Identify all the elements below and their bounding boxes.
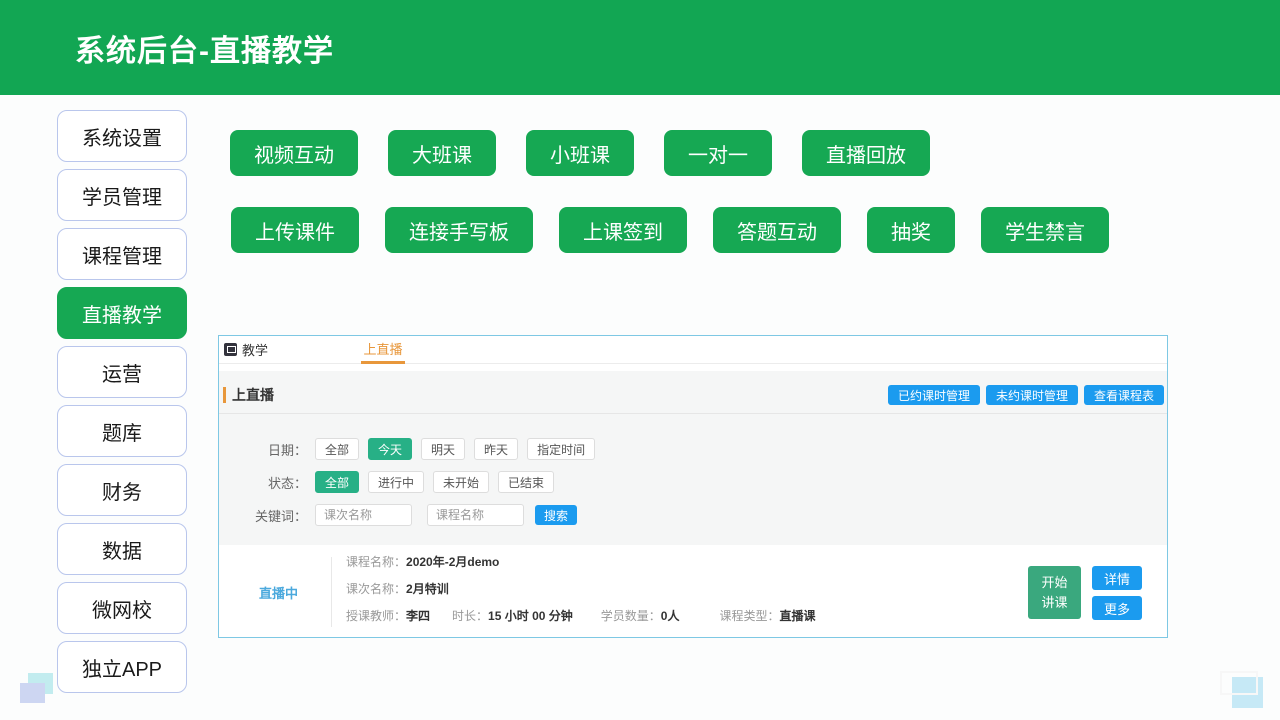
feature-button-large-class[interactable]: 大班课 bbox=[388, 130, 496, 176]
feature-button-live-replay[interactable]: 直播回放 bbox=[802, 130, 930, 176]
sidebar-item-question-bank[interactable]: 题库 bbox=[57, 405, 187, 457]
sidebar-item-finance[interactable]: 财务 bbox=[57, 464, 187, 516]
sidebar-item-course-management[interactable]: 课程管理 bbox=[57, 228, 187, 280]
date-chip-tomorrow[interactable]: 明天 bbox=[421, 438, 465, 460]
lesson-name-row: 课次名称： 2月特训 bbox=[346, 582, 815, 595]
live-class-panel: 教学 上直播 上直播 已约课时管理 未约课时管理 查看课程表 日期： 全部 今天… bbox=[218, 335, 1168, 638]
feature-button-small-class[interactable]: 小班课 bbox=[526, 130, 634, 176]
lesson-name-value: 2月特训 bbox=[406, 580, 449, 597]
sidebar: 系统设置 学员管理 课程管理 直播教学 运营 题库 财务 数据 微网校 独立AP… bbox=[57, 110, 187, 700]
booked-hours-button[interactable]: 已约课时管理 bbox=[888, 385, 980, 405]
lesson-name-label: 课次名称： bbox=[346, 580, 406, 597]
feature-button-connect-tablet[interactable]: 连接手写板 bbox=[385, 207, 533, 253]
panel-spacer bbox=[219, 364, 1167, 371]
course-name-label: 课程名称： bbox=[346, 553, 406, 570]
section-divider bbox=[219, 413, 1167, 414]
keyword-filter-label: 关键词： bbox=[249, 506, 307, 525]
filter-row-keyword: 关键词： 搜索 bbox=[249, 504, 1167, 526]
sidebar-item-student-management[interactable]: 学员管理 bbox=[57, 169, 187, 221]
students-label: 学员数量： bbox=[601, 607, 661, 624]
date-chip-yesterday[interactable]: 昨天 bbox=[474, 438, 518, 460]
panel-filter-section: 上直播 已约课时管理 未约课时管理 查看课程表 日期： 全部 今天 明天 昨天 … bbox=[219, 371, 1167, 545]
feature-button-quiz-interaction[interactable]: 答题互动 bbox=[713, 207, 841, 253]
unbooked-hours-button[interactable]: 未约课时管理 bbox=[986, 385, 1078, 405]
teacher-label: 授课教师： bbox=[346, 607, 406, 624]
status-chip-not-started[interactable]: 未开始 bbox=[433, 471, 489, 493]
status-chip-ended[interactable]: 已结束 bbox=[498, 471, 554, 493]
course-type-value: 直播课 bbox=[779, 607, 815, 624]
course-name-value: 2020年-2月demo bbox=[406, 553, 499, 570]
section-actions: 已约课时管理 未约课时管理 查看课程表 bbox=[888, 385, 1164, 405]
date-chip-today[interactable]: 今天 bbox=[368, 438, 412, 460]
status-filter-options: 全部 进行中 未开始 已结束 bbox=[315, 471, 554, 493]
course-name-input[interactable] bbox=[427, 504, 524, 526]
page-header: 系统后台-直播教学 bbox=[0, 0, 1280, 95]
view-timetable-button[interactable]: 查看课程表 bbox=[1084, 385, 1164, 405]
section-header: 上直播 已约课时管理 未约课时管理 查看课程表 bbox=[219, 385, 1167, 405]
detail-button[interactable]: 详情 bbox=[1092, 566, 1142, 590]
filter-row-date: 日期： 全部 今天 明天 昨天 指定时间 bbox=[249, 438, 1167, 460]
feature-button-upload-courseware[interactable]: 上传课件 bbox=[231, 207, 359, 253]
lesson-name-input[interactable] bbox=[315, 504, 412, 526]
page-title: 系统后台-直播教学 bbox=[75, 26, 334, 70]
sidebar-item-standalone-app[interactable]: 独立APP bbox=[57, 641, 187, 693]
search-button[interactable]: 搜索 bbox=[535, 505, 577, 525]
sidebar-item-system-settings[interactable]: 系统设置 bbox=[57, 110, 187, 162]
date-chip-custom-range[interactable]: 指定时间 bbox=[527, 438, 595, 460]
decor-square-bottom-right-frame bbox=[1220, 671, 1258, 695]
tab-go-live[interactable]: 上直播 bbox=[361, 336, 405, 364]
status-filter-label: 状态： bbox=[249, 473, 307, 492]
feature-row-2: 上传课件 连接手写板 上课签到 答题互动 抽奖 学生禁言 bbox=[231, 207, 1109, 253]
feature-button-one-on-one[interactable]: 一对一 bbox=[664, 130, 772, 176]
teaching-board-icon bbox=[224, 343, 237, 356]
sidebar-item-live-teaching[interactable]: 直播教学 bbox=[57, 287, 187, 339]
app-label: 教学 bbox=[242, 340, 268, 359]
sidebar-item-data[interactable]: 数据 bbox=[57, 523, 187, 575]
status-chip-all[interactable]: 全部 bbox=[315, 471, 359, 493]
status-chip-in-progress[interactable]: 进行中 bbox=[368, 471, 424, 493]
section-title: 上直播 bbox=[232, 385, 274, 405]
list-item-divider bbox=[331, 557, 332, 627]
session-details: 课程名称： 2020年-2月demo 课次名称： 2月特训 授课教师： 李四 时… bbox=[346, 555, 815, 636]
live-status-badge: 直播中 bbox=[259, 583, 298, 602]
feature-button-class-signin[interactable]: 上课签到 bbox=[559, 207, 687, 253]
panel-tabbar: 教学 上直播 bbox=[219, 336, 1167, 364]
more-button[interactable]: 更多 bbox=[1092, 596, 1142, 620]
feature-button-mute-student[interactable]: 学生禁言 bbox=[981, 207, 1109, 253]
teacher-value: 李四 bbox=[406, 607, 430, 624]
sidebar-item-operations[interactable]: 运营 bbox=[57, 346, 187, 398]
date-filter-label: 日期： bbox=[249, 440, 307, 459]
duration-value: 15 小时 00 分钟 bbox=[488, 607, 573, 624]
duration-label: 时长： bbox=[452, 607, 488, 624]
live-session-list: 直播中 课程名称： 2020年-2月demo 课次名称： 2月特训 授课教师： … bbox=[219, 545, 1167, 637]
decor-square-bottom-left-purple bbox=[20, 683, 45, 703]
date-chip-all[interactable]: 全部 bbox=[315, 438, 359, 460]
course-name-row: 课程名称： 2020年-2月demo bbox=[346, 555, 815, 568]
date-filter-options: 全部 今天 明天 昨天 指定时间 bbox=[315, 438, 595, 460]
students-value: 0人 bbox=[661, 607, 680, 624]
course-type-label: 课程类型： bbox=[719, 607, 779, 624]
feature-row-1: 视频互动 大班课 小班课 一对一 直播回放 bbox=[230, 130, 930, 176]
start-teaching-button[interactable]: 开始讲课 bbox=[1028, 566, 1081, 619]
section-accent-bar bbox=[223, 387, 226, 403]
feature-button-video-interaction[interactable]: 视频互动 bbox=[230, 130, 358, 176]
feature-button-lottery[interactable]: 抽奖 bbox=[867, 207, 955, 253]
sidebar-item-micro-school[interactable]: 微网校 bbox=[57, 582, 187, 634]
filter-row-status: 状态： 全部 进行中 未开始 已结束 bbox=[249, 471, 1167, 493]
session-meta-row: 授课教师： 李四 时长： 15 小时 00 分钟 学员数量： 0人 课程类型： … bbox=[346, 609, 815, 622]
